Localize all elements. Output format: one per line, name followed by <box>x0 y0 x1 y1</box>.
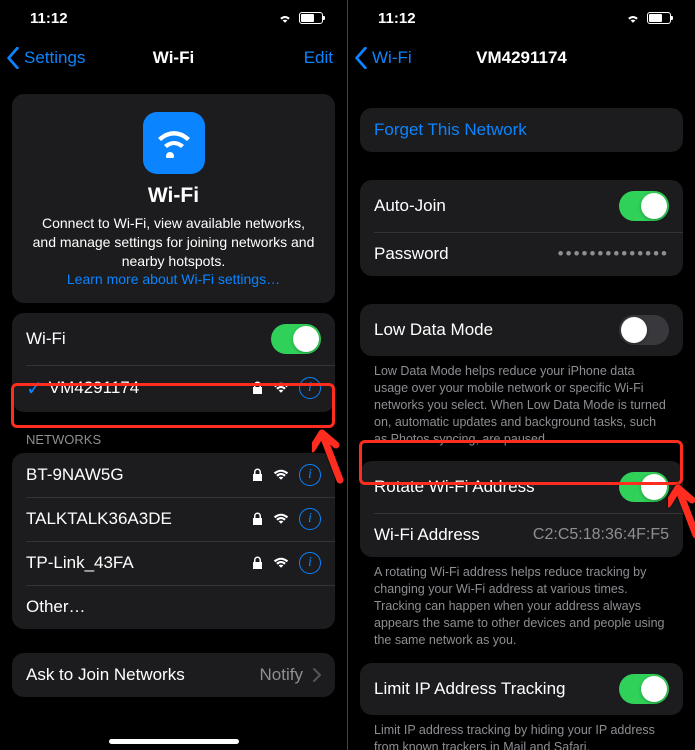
wifi-toggle[interactable] <box>271 324 321 354</box>
status-time: 11:12 <box>378 10 416 27</box>
password-label: Password <box>374 244 449 264</box>
page-title: VM4291174 <box>476 48 567 68</box>
hero-body: Connect to Wi-Fi, view available network… <box>32 214 315 271</box>
limit-ip-row: Limit IP Address Tracking <box>360 663 683 715</box>
low-data-footer: Low Data Mode helps reduce your iPhone d… <box>360 356 683 447</box>
back-label: Wi-Fi <box>372 48 412 68</box>
network-row[interactable]: TALKTALK36A3DE i <box>12 497 335 541</box>
edit-button[interactable]: Edit <box>304 36 333 80</box>
wifi-master-toggle-row: Wi-Fi <box>12 313 335 365</box>
network-name: TP-Link_43FA <box>26 553 134 573</box>
hero-learn-more-link[interactable]: Learn more about Wi-Fi settings… <box>67 271 280 287</box>
low-data-label: Low Data Mode <box>374 320 493 340</box>
status-icons <box>625 12 671 24</box>
status-icons <box>277 12 323 24</box>
other-network-row[interactable]: Other… <box>12 585 335 629</box>
low-data-toggle[interactable] <box>619 315 669 345</box>
battery-icon <box>299 12 323 24</box>
ask-to-join-row[interactable]: Ask to Join Networks Notify <box>12 653 335 697</box>
wifi-icon <box>273 557 289 569</box>
limit-ip-label: Limit IP Address Tracking <box>374 679 566 699</box>
chevron-right-icon <box>313 668 321 682</box>
network-name: BT-9NAW5G <box>26 465 124 485</box>
wifi-app-icon <box>143 112 205 174</box>
auto-join-toggle[interactable] <box>619 191 669 221</box>
forget-label: Forget This Network <box>374 120 527 140</box>
screen-network-detail: 11:12 Wi-Fi VM4291174 Forget This Networ… <box>348 0 695 750</box>
ask-to-join-label: Ask to Join Networks <box>26 665 185 685</box>
limit-ip-toggle[interactable] <box>619 674 669 704</box>
back-button[interactable]: Wi-Fi <box>354 36 412 80</box>
status-bar: 11:12 <box>348 0 695 36</box>
hero-card: Wi-Fi Connect to Wi-Fi, view available n… <box>12 94 335 303</box>
network-row[interactable]: BT-9NAW5G i <box>12 453 335 497</box>
wifi-icon <box>155 128 193 158</box>
lock-icon <box>252 468 263 482</box>
rotate-footer: A rotating Wi-Fi address helps reduce tr… <box>360 557 683 648</box>
status-time: 11:12 <box>30 10 68 27</box>
other-label: Other… <box>26 597 86 617</box>
forget-network-button[interactable]: Forget This Network <box>360 108 683 152</box>
network-name: TALKTALK36A3DE <box>26 509 172 529</box>
lock-icon <box>252 381 263 395</box>
hero-title: Wi-Fi <box>32 184 315 208</box>
connected-network-name: VM4291174 <box>49 378 139 398</box>
networks-header: NETWORKS <box>12 412 335 453</box>
low-data-mode-row: Low Data Mode <box>360 304 683 356</box>
wifi-icon <box>625 12 641 24</box>
home-indicator[interactable] <box>109 739 239 744</box>
chevron-left-icon <box>354 47 368 69</box>
wifi-toggle-label: Wi-Fi <box>26 329 66 349</box>
info-icon[interactable]: i <box>299 464 321 486</box>
info-icon[interactable]: i <box>299 508 321 530</box>
wifi-address-value: C2:C5:18:36:4F:F5 <box>533 526 669 544</box>
nav-bar: Wi-Fi VM4291174 <box>348 36 695 80</box>
connected-network-row[interactable]: ✓ VM4291174 i <box>12 365 335 412</box>
info-icon[interactable]: i <box>299 377 321 399</box>
password-mask: •••••••••••••• <box>558 244 669 264</box>
status-bar: 11:12 <box>0 0 347 36</box>
wifi-icon <box>277 12 293 24</box>
screen-wifi-settings: 11:12 Settings Wi-Fi Edit Wi-Fi Connect … <box>0 0 347 750</box>
password-row[interactable]: Password •••••••••••••• <box>360 232 683 276</box>
wifi-icon <box>273 513 289 525</box>
back-label: Settings <box>24 48 85 68</box>
network-row[interactable]: TP-Link_43FA i <box>12 541 335 585</box>
wifi-address-row[interactable]: Wi-Fi Address C2:C5:18:36:4F:F5 <box>360 513 683 557</box>
wifi-icon <box>273 382 289 394</box>
chevron-left-icon <box>6 47 20 69</box>
checkmark-icon: ✓ <box>26 376 43 401</box>
limit-ip-footer: Limit IP address tracking by hiding your… <box>360 715 683 750</box>
nav-bar: Settings Wi-Fi Edit <box>0 36 347 80</box>
auto-join-row: Auto-Join <box>360 180 683 232</box>
ask-to-join-value: Notify <box>260 665 303 685</box>
wifi-icon <box>273 469 289 481</box>
lock-icon <box>252 556 263 570</box>
lock-icon <box>252 512 263 526</box>
rotate-toggle[interactable] <box>619 472 669 502</box>
info-icon[interactable]: i <box>299 552 321 574</box>
wifi-address-label: Wi-Fi Address <box>374 525 480 545</box>
back-button[interactable]: Settings <box>6 36 85 80</box>
battery-icon <box>647 12 671 24</box>
page-title: Wi-Fi <box>153 48 194 68</box>
auto-join-label: Auto-Join <box>374 196 446 216</box>
rotate-wifi-row: Rotate Wi-Fi Address <box>360 461 683 513</box>
rotate-label: Rotate Wi-Fi Address <box>374 477 535 497</box>
